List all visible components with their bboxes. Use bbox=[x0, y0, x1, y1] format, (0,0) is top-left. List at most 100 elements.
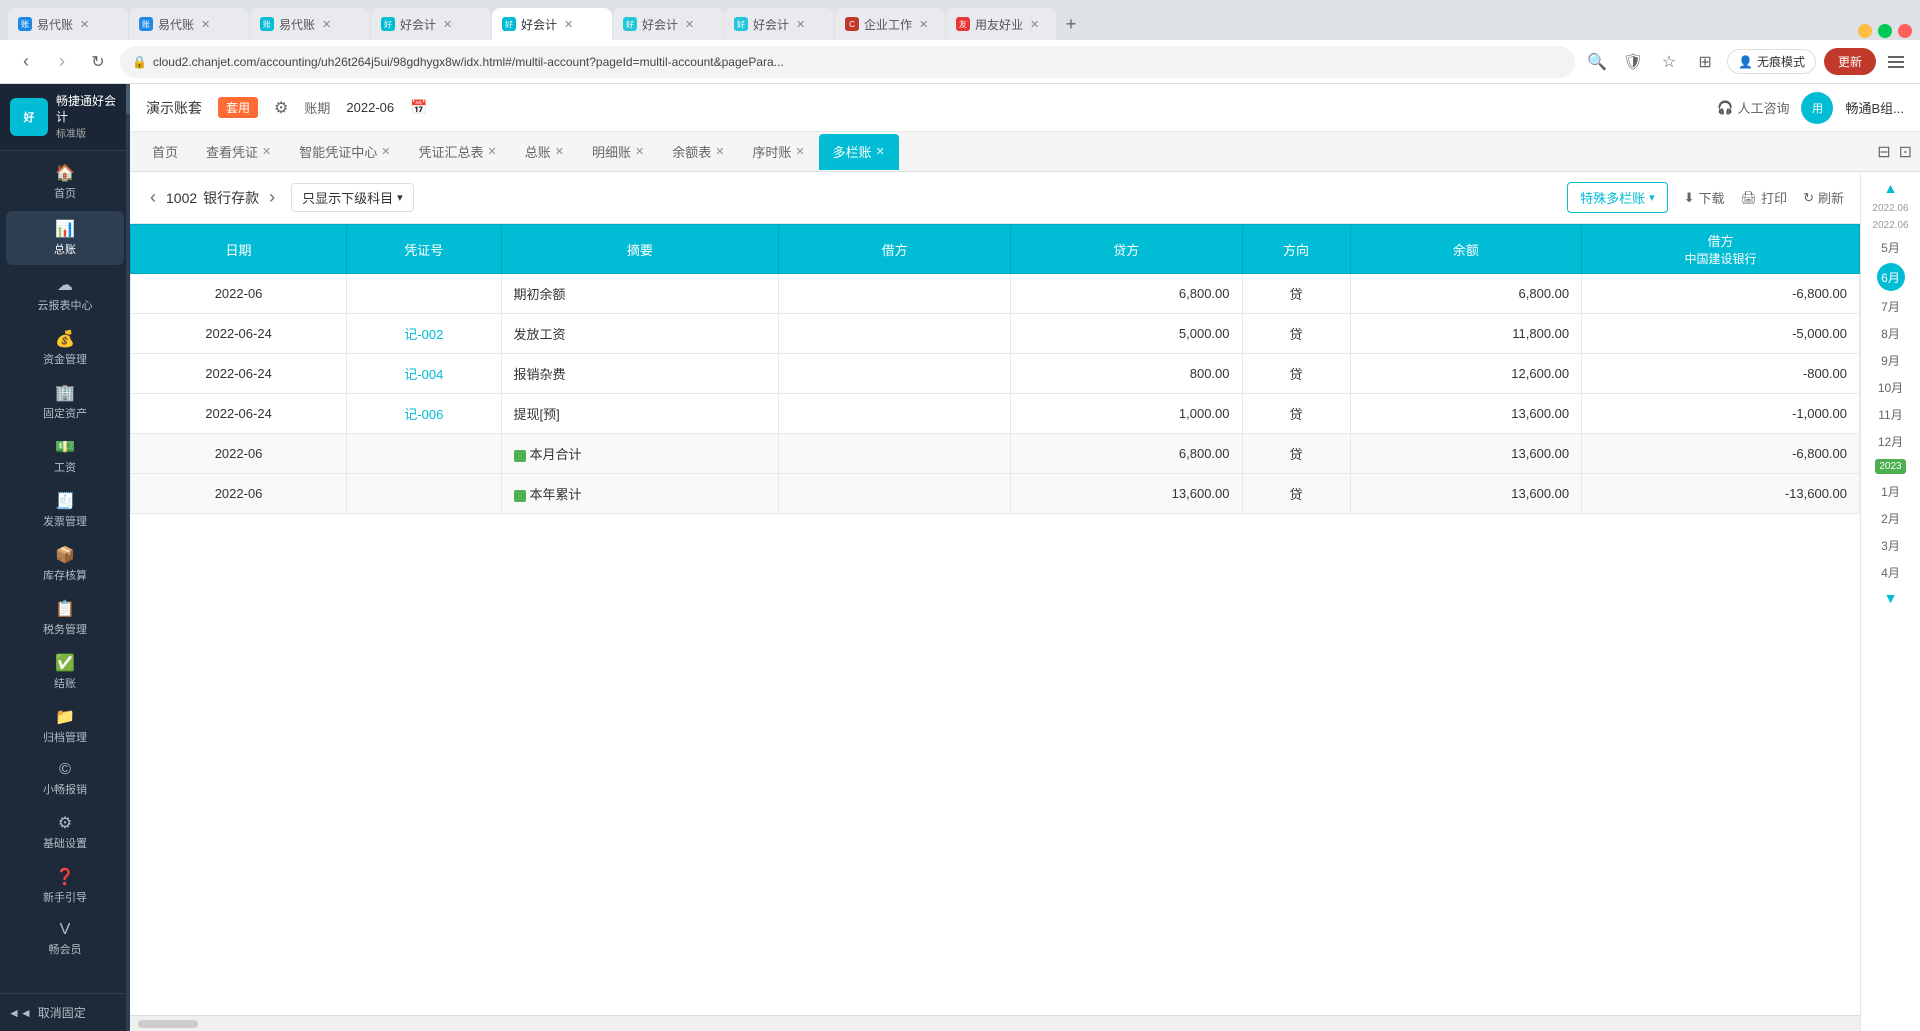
timeline-month-12[interactable]: 12月 bbox=[1861, 428, 1920, 455]
sidebar-item-ledger[interactable]: 📊 总账 bbox=[6, 211, 124, 265]
tab-close-icon[interactable]: ✕ bbox=[322, 18, 331, 31]
sidebar-item-invoice[interactable]: 🧾 发票管理 bbox=[0, 483, 130, 537]
new-tab-button[interactable]: + bbox=[1057, 10, 1085, 38]
sidebar-item-assets[interactable]: 🏢 固定资产 bbox=[0, 375, 130, 429]
tab-home[interactable]: 首页 bbox=[138, 134, 192, 170]
sidebar-item-settle[interactable]: ✅ 结账 bbox=[0, 645, 130, 699]
tab-sequence-ledger[interactable]: 序时账 ✕ bbox=[738, 134, 818, 170]
tab-close-icon[interactable]: ✕ bbox=[876, 145, 885, 158]
forward-button[interactable]: › bbox=[48, 48, 76, 76]
window-restore-button[interactable] bbox=[1878, 24, 1892, 38]
tab-yidaizhang-3[interactable]: 账 易代账 ✕ bbox=[250, 8, 370, 40]
sidebar-item-fund[interactable]: 💰 资金管理 bbox=[0, 321, 130, 375]
tab-enterprise[interactable]: C 企业工作 ✕ bbox=[835, 8, 945, 40]
timeline-month-7[interactable]: 7月 bbox=[1861, 293, 1920, 320]
timeline-month-11[interactable]: 11月 bbox=[1861, 401, 1920, 428]
sidebar-item-label: 归档管理 bbox=[43, 729, 87, 745]
search-icon[interactable]: 🔍 bbox=[1583, 48, 1611, 76]
timeline-month-9[interactable]: 9月 bbox=[1861, 347, 1920, 374]
prev-account-button[interactable]: ‹ bbox=[146, 187, 160, 208]
consult-button[interactable]: 🎧 人工咨询 bbox=[1717, 98, 1789, 117]
back-button[interactable]: ‹ bbox=[12, 48, 40, 76]
tab-icon: 好 bbox=[502, 17, 516, 31]
timeline-month-10[interactable]: 10月 bbox=[1861, 374, 1920, 401]
settings-icon[interactable]: ⚙ bbox=[274, 98, 288, 118]
tab-close-icon[interactable]: ✕ bbox=[381, 145, 390, 158]
timeline-month-6-active[interactable]: 6月 bbox=[1877, 263, 1905, 291]
tab-close-icon[interactable]: ✕ bbox=[201, 18, 210, 31]
shield-icon[interactable]: 🛡 bbox=[1619, 48, 1647, 76]
tab-view-voucher[interactable]: 查看凭证 ✕ bbox=[192, 134, 285, 170]
tab-haohuiji-1[interactable]: 好 好会计 ✕ bbox=[371, 8, 491, 40]
voucher-link[interactable]: 记-002 bbox=[404, 327, 443, 342]
tab-balance[interactable]: 余额表 ✕ bbox=[658, 134, 738, 170]
sidebar-item-settings[interactable]: ⚙ 基础设置 bbox=[0, 805, 130, 859]
timeline-month-4[interactable]: 4月 bbox=[1861, 559, 1920, 586]
filter-dropdown[interactable]: 只显示下级科目 ▾ bbox=[291, 183, 414, 212]
sidebar-item-inventory[interactable]: 📦 库存核算 bbox=[0, 537, 130, 591]
tab-close-icon[interactable]: ✕ bbox=[796, 18, 805, 31]
tab-close-icon[interactable]: ✕ bbox=[1030, 18, 1039, 31]
timeline-month-2[interactable]: 2月 bbox=[1861, 505, 1920, 532]
special-multi-button[interactable]: 特殊多栏账 ▾ bbox=[1567, 182, 1668, 213]
timeline-month-8[interactable]: 8月 bbox=[1861, 320, 1920, 347]
tab-voucher-summary[interactable]: 凭证汇总表 ✕ bbox=[404, 134, 510, 170]
sidebar-item-home[interactable]: 🏠 首页 bbox=[0, 155, 130, 209]
tab-close-icon[interactable]: ✕ bbox=[488, 145, 497, 158]
sidebar-item-expense[interactable]: © 小畅报销 bbox=[0, 753, 130, 805]
refresh-table-button[interactable]: ↻ 刷新 bbox=[1803, 188, 1844, 207]
window-minimize-button[interactable] bbox=[1858, 24, 1872, 38]
sidebar-item-tax[interactable]: 📋 税务管理 bbox=[0, 591, 130, 645]
address-bar[interactable]: 🔒 cloud2.chanjet.com/accounting/uh26t264… bbox=[120, 46, 1575, 78]
tab-detail-ledger[interactable]: 明细账 ✕ bbox=[578, 134, 658, 170]
window-close-button[interactable] bbox=[1898, 24, 1912, 38]
tab-close-icon[interactable]: ✕ bbox=[795, 145, 804, 158]
sidebar-footer[interactable]: ◄◄ 取消固定 bbox=[0, 993, 130, 1031]
tab-close-icon[interactable]: ✕ bbox=[80, 18, 89, 31]
tab-yidaizhang-2[interactable]: 账 易代账 ✕ bbox=[129, 8, 249, 40]
timeline-up-arrow[interactable]: ▲ bbox=[1880, 176, 1902, 200]
timeline-down-arrow[interactable]: ▼ bbox=[1880, 586, 1902, 610]
timeline-month-3[interactable]: 3月 bbox=[1861, 532, 1920, 559]
tab-yidaizhang-1[interactable]: 账 易代账 ✕ bbox=[8, 8, 128, 40]
timeline-month-5[interactable]: 5月 bbox=[1861, 234, 1920, 261]
tab-close-icon[interactable]: ✕ bbox=[685, 18, 694, 31]
voucher-link[interactable]: 记-004 bbox=[404, 367, 443, 382]
update-button[interactable]: 更新 bbox=[1824, 48, 1876, 75]
voucher-link[interactable]: 记-006 bbox=[404, 407, 443, 422]
tab-close-icon[interactable]: ✕ bbox=[635, 145, 644, 158]
tab-close-icon[interactable]: ✕ bbox=[555, 145, 564, 158]
sidebar-item-archive[interactable]: 📁 归档管理 bbox=[0, 699, 130, 753]
col-sub-debit: 借方 中国建设银行 bbox=[1582, 225, 1860, 274]
tab-close-icon[interactable]: ✕ bbox=[262, 145, 271, 158]
tab-close-icon[interactable]: ✕ bbox=[919, 18, 928, 31]
next-account-button[interactable]: › bbox=[265, 187, 279, 208]
sidebar-item-member[interactable]: V 畅会员 bbox=[0, 913, 130, 965]
window-menu-button[interactable] bbox=[1884, 52, 1908, 72]
sidebar-item-guide[interactable]: ❓ 新手引导 bbox=[0, 859, 130, 913]
timeline-month-1[interactable]: 1月 bbox=[1861, 478, 1920, 505]
horizontal-scrollbar[interactable] bbox=[130, 1015, 1860, 1031]
tab-youyou[interactable]: 友 用友好业 ✕ bbox=[946, 8, 1056, 40]
tab-general-ledger[interactable]: 总账 ✕ bbox=[511, 134, 578, 170]
demo-badge[interactable]: 套用 bbox=[218, 97, 258, 118]
calendar-icon[interactable]: 📅 bbox=[410, 99, 427, 116]
tab-haohuiji-4[interactable]: 好 好会计 ✕ bbox=[724, 8, 834, 40]
tab-close-icon[interactable]: ✕ bbox=[564, 18, 573, 31]
maximize-icon[interactable]: ⊡ bbox=[1899, 142, 1912, 162]
tab-multi-column[interactable]: 多栏账 ✕ bbox=[819, 134, 899, 170]
tab-close-icon[interactable]: ✕ bbox=[715, 145, 724, 158]
star-icon[interactable]: ☆ bbox=[1655, 48, 1683, 76]
profile-button[interactable]: 👤 无痕模式 bbox=[1727, 49, 1816, 74]
extensions-icon[interactable]: ⊞ bbox=[1691, 48, 1719, 76]
tab-haohuiji-2-active[interactable]: 好 好会计 ✕ bbox=[492, 8, 612, 40]
download-button[interactable]: ⬇ 下载 bbox=[1684, 188, 1725, 207]
refresh-button[interactable]: ↻ bbox=[84, 48, 112, 76]
tab-close-icon[interactable]: ✕ bbox=[443, 18, 452, 31]
minimize-icon[interactable]: ⊟ bbox=[1877, 142, 1890, 162]
sidebar-item-salary[interactable]: 💵 工资 bbox=[0, 429, 130, 483]
sidebar-item-cloud-report[interactable]: ☁ 云报表中心 bbox=[0, 267, 130, 321]
print-button[interactable]: 🖨 打印 bbox=[1741, 188, 1788, 207]
tab-smart-voucher[interactable]: 智能凭证中心 ✕ bbox=[285, 134, 404, 170]
tab-haohuiji-3[interactable]: 好 好会计 ✕ bbox=[613, 8, 723, 40]
